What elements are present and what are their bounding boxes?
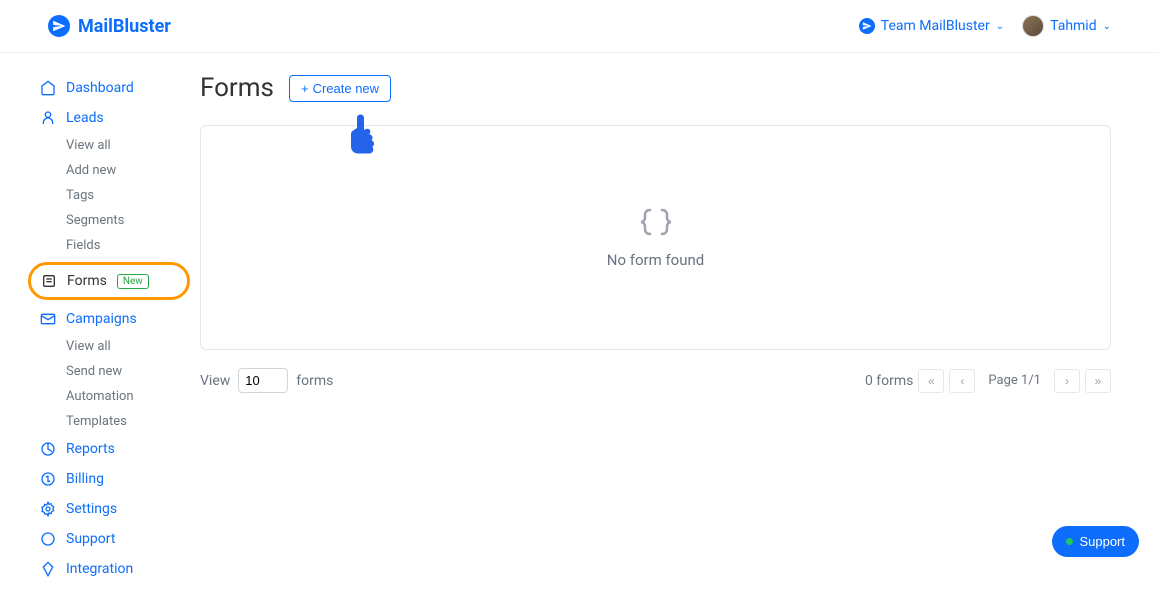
prev-page-button[interactable]: ‹ xyxy=(949,369,975,393)
empty-text: No form found xyxy=(607,251,705,269)
sidebar-label: Dashboard xyxy=(66,80,134,96)
mailbluster-icon xyxy=(48,15,70,37)
sidebar-item-billing[interactable]: Billing xyxy=(40,464,200,494)
sidebar-label: Integration xyxy=(66,561,133,577)
sidebar-item-campaigns[interactable]: Campaigns xyxy=(40,304,200,334)
page-title: Forms xyxy=(200,73,274,103)
sidebar-label: Billing xyxy=(66,471,104,487)
count-label: 0 forms xyxy=(865,373,913,389)
sidebar-sub-leads-viewall[interactable]: View all xyxy=(66,133,200,158)
sidebar-item-support[interactable]: Support xyxy=(40,524,200,554)
support-widget-button[interactable]: Support xyxy=(1052,526,1139,557)
team-label: Team MailBluster xyxy=(881,18,990,34)
plus-icon: + xyxy=(301,81,309,96)
user-selector[interactable]: Tahmid ⌄ xyxy=(1022,15,1111,37)
sidebar-sub-leads-fields[interactable]: Fields xyxy=(66,233,200,258)
sidebar-sub-campaigns-templates[interactable]: Templates xyxy=(66,409,200,434)
brand-logo[interactable]: MailBluster xyxy=(48,15,171,37)
team-selector[interactable]: Team MailBluster ⌄ xyxy=(859,18,1004,34)
envelope-icon xyxy=(40,311,56,327)
page-info: Page 1/1 xyxy=(980,369,1049,392)
chevron-down-icon: ⌄ xyxy=(996,21,1004,32)
sidebar-label: Leads xyxy=(66,110,104,126)
last-page-button[interactable]: » xyxy=(1085,369,1111,393)
next-page-button[interactable]: › xyxy=(1054,369,1080,393)
create-new-button[interactable]: + Create new xyxy=(289,75,391,102)
sidebar-label: Settings xyxy=(66,501,117,517)
home-icon xyxy=(40,80,56,96)
pointer-hand-icon xyxy=(343,112,381,164)
first-page-button[interactable]: « xyxy=(918,369,944,393)
sidebar-label: Reports xyxy=(66,441,115,457)
per-page-input[interactable] xyxy=(238,368,288,393)
sidebar-label: Support xyxy=(66,531,115,547)
forms-empty-state: No form found xyxy=(200,125,1111,350)
create-label: Create new xyxy=(313,81,379,96)
chat-icon xyxy=(40,531,56,547)
sidebar-item-leads[interactable]: Leads xyxy=(40,103,200,133)
forms-label: forms xyxy=(296,373,333,389)
dollar-icon xyxy=(40,471,56,487)
sidebar-label: Campaigns xyxy=(66,311,137,327)
sidebar-item-settings[interactable]: Settings xyxy=(40,494,200,524)
sidebar-item-forms[interactable]: Forms New xyxy=(28,262,190,300)
chevron-down-icon: ⌄ xyxy=(1103,21,1111,32)
chart-icon xyxy=(40,441,56,457)
support-widget-label: Support xyxy=(1079,534,1125,549)
sidebar-label: Forms xyxy=(67,273,107,289)
sidebar-item-dashboard[interactable]: Dashboard xyxy=(40,73,200,103)
form-icon xyxy=(41,273,57,289)
brand-name: MailBluster xyxy=(78,16,171,37)
sidebar-sub-leads-addnew[interactable]: Add new xyxy=(66,158,200,183)
sidebar-sub-campaigns-sendnew[interactable]: Send new xyxy=(66,359,200,384)
gear-icon xyxy=(40,501,56,517)
new-badge: New xyxy=(117,274,149,289)
diamond-icon xyxy=(40,561,56,577)
user-icon xyxy=(40,110,56,126)
sidebar: Dashboard Leads View all Add new Tags Se… xyxy=(0,53,200,604)
sidebar-item-integration[interactable]: Integration xyxy=(40,554,200,584)
sidebar-sub-leads-segments[interactable]: Segments xyxy=(66,208,200,233)
paper-plane-icon xyxy=(859,18,875,34)
status-dot-icon xyxy=(1066,538,1073,545)
sidebar-sub-leads-tags[interactable]: Tags xyxy=(66,183,200,208)
sidebar-item-reports[interactable]: Reports xyxy=(40,434,200,464)
user-name: Tahmid xyxy=(1050,18,1096,34)
avatar xyxy=(1022,15,1044,37)
braces-icon xyxy=(636,207,676,241)
sidebar-sub-campaigns-automation[interactable]: Automation xyxy=(66,384,200,409)
view-label: View xyxy=(200,373,230,389)
sidebar-sub-campaigns-viewall[interactable]: View all xyxy=(66,334,200,359)
